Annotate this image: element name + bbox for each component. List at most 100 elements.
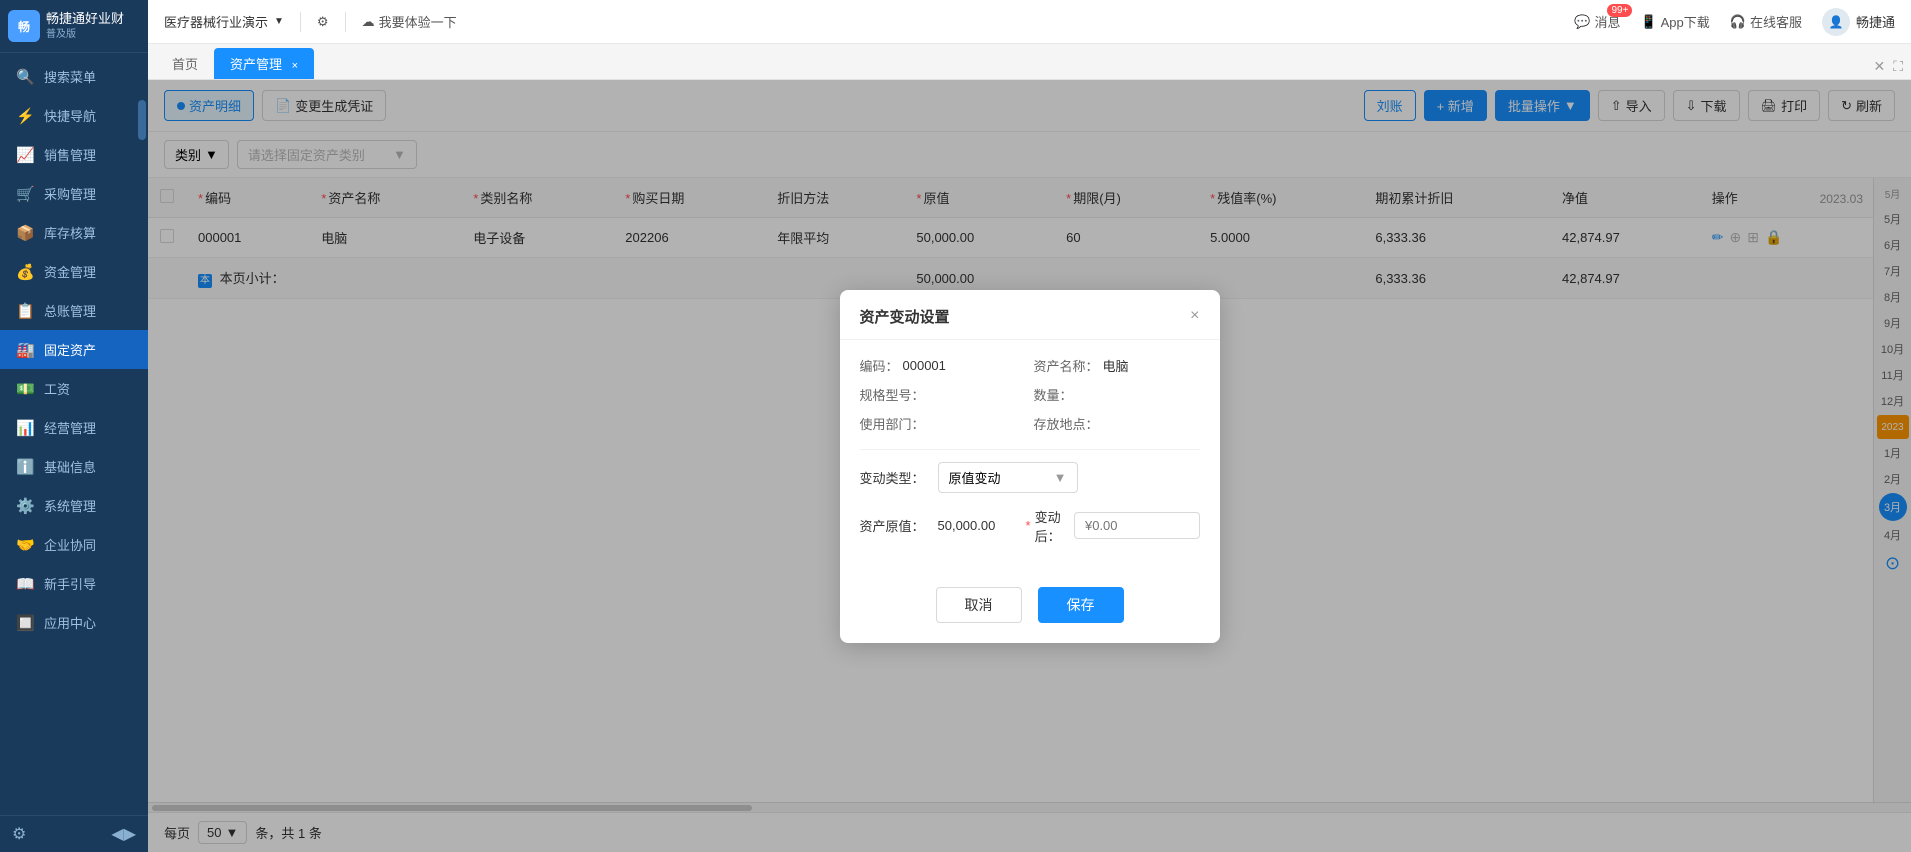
sidebar-item-sales[interactable]: 📈 销售管理 — [0, 135, 148, 174]
asset-change-modal: 资产变动设置 × 编码： 000001 资产名称： 电脑 — [840, 290, 1220, 643]
after-label: 变动后： — [1035, 507, 1070, 545]
save-button[interactable]: 保存 — [1038, 587, 1124, 623]
modal-footer: 取消 保存 — [840, 575, 1220, 643]
sidebar-label-guide: 新手引导 — [44, 574, 96, 593]
modal-divider — [860, 449, 1200, 450]
ledger-icon: 📋 — [16, 302, 34, 320]
tab-home[interactable]: 首页 — [156, 48, 214, 79]
settings-icon[interactable]: ⚙ — [12, 824, 26, 844]
modal-close-btn[interactable]: × — [1190, 307, 1199, 325]
sidebar-item-fixed-assets[interactable]: 🏭 固定资产 — [0, 330, 148, 369]
sidebar-item-search[interactable]: 🔍 搜索菜单 — [0, 57, 148, 96]
header-divider — [300, 12, 301, 32]
change-type-icon: ▼ — [1054, 470, 1067, 485]
sidebar-label-operations: 经营管理 — [44, 418, 96, 437]
modal-title: 资产变动设置 — [860, 306, 950, 327]
modal-name: 资产名称： 电脑 — [1034, 356, 1200, 375]
sidebar-label-system: 系统管理 — [44, 496, 96, 515]
modal-name-value: 电脑 — [1103, 356, 1129, 375]
quick-nav-icon: ⚡ — [16, 107, 34, 125]
sidebar: 畅 畅捷通好业财 普及版 🔍 搜索菜单 ⚡ 快捷导航 📈 销售管理 🛒 采购管理… — [0, 0, 148, 852]
guide-icon: 📖 — [16, 575, 34, 593]
sidebar-bottom: ⚙ ◀▶ — [0, 815, 148, 852]
app-download-btn[interactable]: 📱 App下载 — [1640, 12, 1709, 31]
app-center-icon: 🔲 — [16, 614, 34, 632]
sidebar-label-enterprise: 企业协同 — [44, 535, 96, 554]
asset-value-display: 50,000.00 — [938, 518, 1018, 533]
logo-icon: 畅 — [8, 10, 40, 42]
sidebar-menu: 🔍 搜索菜单 ⚡ 快捷导航 📈 销售管理 🛒 采购管理 📦 库存核算 💰 资金管… — [0, 53, 148, 815]
tab-asset-management[interactable]: 资产管理 × — [214, 48, 314, 79]
sidebar-item-ledger[interactable]: 📋 总账管理 — [0, 291, 148, 330]
sidebar-logo: 畅 畅捷通好业财 普及版 — [0, 0, 148, 53]
experience-btn[interactable]: ☁ 我要体验一下 — [362, 12, 457, 31]
window-expand-btn[interactable]: ⛶ — [1893, 58, 1903, 75]
sidebar-label-quick-nav: 快捷导航 — [44, 106, 96, 125]
company-selector[interactable]: 医疗器械行业演示 ▼ — [164, 12, 284, 31]
modal-info-grid: 编码： 000001 资产名称： 电脑 规格型号： 数量： — [860, 356, 1200, 433]
window-close-btn[interactable]: ✕ — [1873, 58, 1885, 75]
sidebar-label-app-center: 应用中心 — [44, 613, 96, 632]
sidebar-label-purchase: 采购管理 — [44, 184, 96, 203]
change-type-value: 原值变动 — [949, 468, 1001, 487]
sidebar-item-inventory[interactable]: 📦 库存核算 — [0, 213, 148, 252]
message-btn[interactable]: 💬 消息 99+ — [1574, 12, 1620, 31]
sidebar-item-system[interactable]: ⚙️ 系统管理 — [0, 486, 148, 525]
header-right: 💬 消息 99+ 📱 App下载 🎧 在线客服 👤 畅捷通 — [1574, 8, 1895, 36]
modal-location: 存放地点： — [1034, 414, 1200, 433]
download-icon: 📱 — [1640, 14, 1656, 30]
modal-code-value: 000001 — [903, 358, 946, 373]
tab-bar: 首页 资产管理 × ✕ ⛶ — [148, 44, 1911, 80]
modal-code: 编码： 000001 — [860, 356, 1026, 375]
sidebar-item-enterprise[interactable]: 🤝 企业协同 — [0, 525, 148, 564]
sidebar-label-search: 搜索菜单 — [44, 67, 96, 86]
cloud-icon: ☁ — [362, 14, 375, 30]
sidebar-label-inventory: 库存核算 — [44, 223, 96, 242]
modal-quantity: 数量： — [1034, 385, 1200, 404]
sidebar-item-purchase[interactable]: 🛒 采购管理 — [0, 174, 148, 213]
sidebar-label-basic-info: 基础信息 — [44, 457, 96, 476]
sidebar-item-app-center[interactable]: 🔲 应用中心 — [0, 603, 148, 642]
basic-info-icon: ℹ️ — [16, 458, 34, 476]
sidebar-item-quick-nav[interactable]: ⚡ 快捷导航 — [0, 96, 148, 135]
enterprise-icon: 🤝 — [16, 536, 34, 554]
collapse-icon[interactable]: ◀▶ — [111, 824, 136, 844]
tab-asset-label: 资产管理 — [230, 57, 282, 72]
modal-after-group: * 变动后： — [1026, 507, 1200, 545]
after-value-input[interactable] — [1074, 512, 1200, 539]
main-area: 医疗器械行业演示 ▼ ⚙ ☁ 我要体验一下 💬 消息 99+ 📱 App下载 🎧 — [148, 0, 1911, 852]
purchase-icon: 🛒 — [16, 185, 34, 203]
user-name: 畅捷通 — [1856, 12, 1895, 31]
user-menu[interactable]: 👤 畅捷通 — [1822, 8, 1895, 36]
sales-icon: 📈 — [16, 146, 34, 164]
tab-window-controls: ✕ ⛶ — [1873, 58, 1903, 79]
sidebar-label-payroll: 工资 — [44, 379, 70, 398]
modal-change-type-row: 变动类型： 原值变动 ▼ — [860, 462, 1200, 493]
company-dropdown-icon: ▼ — [274, 16, 284, 27]
customer-service-btn[interactable]: 🎧 在线客服 — [1730, 12, 1802, 31]
gear-icon: ⚙ — [317, 14, 329, 30]
modal-body: 编码： 000001 资产名称： 电脑 规格型号： 数量： — [840, 340, 1220, 575]
sidebar-item-payroll[interactable]: 💵 工资 — [0, 369, 148, 408]
sidebar-item-guide[interactable]: 📖 新手引导 — [0, 564, 148, 603]
change-type-label: 变动类型： — [860, 468, 930, 487]
logo-name: 畅捷通好业财 — [46, 11, 124, 28]
modal-dept: 使用部门： — [860, 414, 1026, 433]
sidebar-item-capital[interactable]: 💰 资金管理 — [0, 252, 148, 291]
message-badge: 99+ — [1607, 4, 1632, 17]
sidebar-item-operations[interactable]: 📊 经营管理 — [0, 408, 148, 447]
change-type-select[interactable]: 原值变动 ▼ — [938, 462, 1078, 493]
sidebar-item-basic-info[interactable]: ℹ️ 基础信息 — [0, 447, 148, 486]
inventory-icon: 📦 — [16, 224, 34, 242]
message-icon: 💬 — [1574, 14, 1590, 30]
tab-close-icon[interactable]: × — [292, 60, 298, 72]
cancel-button[interactable]: 取消 — [936, 587, 1022, 623]
sidebar-label-sales: 销售管理 — [44, 145, 96, 164]
sidebar-scroll-thumb — [138, 100, 146, 140]
sidebar-label-capital: 资金管理 — [44, 262, 96, 281]
avatar: 👤 — [1822, 8, 1850, 36]
operations-icon: 📊 — [16, 419, 34, 437]
settings-btn[interactable]: ⚙ — [317, 14, 329, 30]
customer-service-label: 在线客服 — [1750, 12, 1802, 31]
sidebar-label-fixed-assets: 固定资产 — [44, 340, 96, 359]
